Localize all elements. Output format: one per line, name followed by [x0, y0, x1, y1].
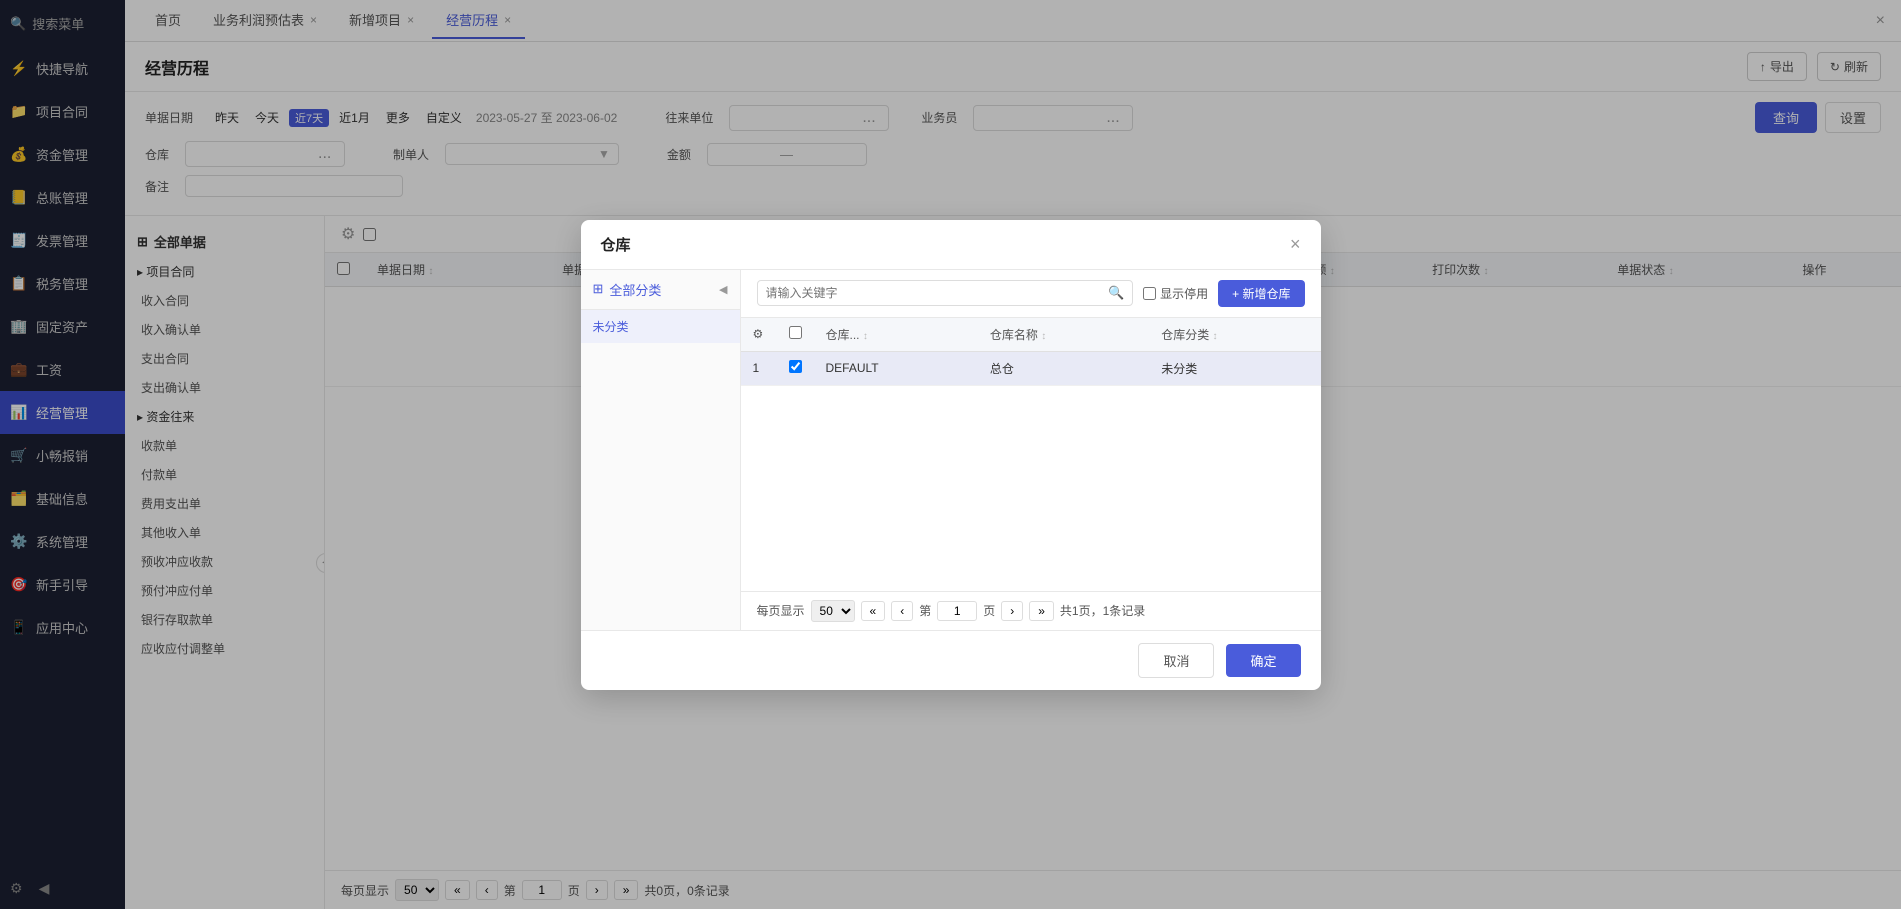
modal-col-category[interactable]: 仓库分类 ↕: [1149, 318, 1320, 352]
modal-col-checkbox: [777, 318, 814, 352]
modal-total: 共1页，1条记录: [1060, 602, 1145, 619]
row-1-check[interactable]: [789, 360, 802, 373]
modal-search-wrap: 🔍: [757, 280, 1134, 306]
modal-category-uncategorized[interactable]: 未分类: [581, 310, 740, 343]
modal-col-gear[interactable]: ⚙: [741, 318, 777, 352]
modal-overlay: 仓库 × ⊞ 全部分类 ◀ 未分类: [0, 0, 1901, 909]
modal-page-label-pre: 第: [919, 602, 931, 619]
modal-first-page[interactable]: «: [861, 601, 886, 621]
modal-search-icon: 🔍: [1108, 285, 1124, 301]
row-1-name: 总仓: [978, 351, 1149, 385]
show-disabled-checkbox[interactable]: [1143, 287, 1156, 300]
category-label: 未分类: [593, 320, 629, 334]
modal-table-wrap: ⚙ 仓库... ↕ 仓库名称 ↕ 仓库分类 ↕ 1 DEFA: [741, 318, 1321, 591]
row-1-code: DEFAULT: [814, 351, 978, 385]
row-1-seq: 1: [741, 351, 777, 385]
modal-prev-page[interactable]: ‹: [891, 601, 913, 621]
confirm-button[interactable]: 确定: [1226, 644, 1300, 677]
modal-next-page[interactable]: ›: [1001, 601, 1023, 621]
modal-right-panel: 🔍 显示停用 + 新增仓库 ⚙: [741, 270, 1321, 630]
modal-footer-actions: 取消 确定: [581, 630, 1321, 690]
table-row[interactable]: 1 DEFAULT 总仓 未分类: [741, 351, 1321, 385]
modal-table-head: ⚙ 仓库... ↕ 仓库名称 ↕ 仓库分类 ↕: [741, 318, 1321, 352]
show-disabled-wrap: 显示停用: [1143, 285, 1208, 302]
modal-body: ⊞ 全部分类 ◀ 未分类 🔍 显示停用: [581, 270, 1321, 630]
modal-title: 仓库: [601, 234, 631, 255]
modal-col-code[interactable]: 仓库... ↕: [814, 318, 978, 352]
modal-left-header: ⊞ 全部分类 ◀: [581, 270, 740, 310]
modal-close-btn[interactable]: ×: [1290, 234, 1301, 255]
modal-page-label: 页: [983, 602, 995, 619]
modal-head-checkbox[interactable]: [789, 326, 802, 339]
modal-page-input[interactable]: [937, 601, 977, 621]
modal-page-size-select[interactable]: 50: [811, 600, 855, 622]
row-1-checkbox[interactable]: [777, 351, 814, 385]
modal-col-name[interactable]: 仓库名称 ↕: [978, 318, 1149, 352]
modal-search-input[interactable]: [766, 286, 1108, 300]
modal-table-body: 1 DEFAULT 总仓 未分类: [741, 351, 1321, 385]
modal-header: 仓库 ×: [581, 220, 1321, 270]
modal-collapse-icon[interactable]: ◀: [719, 283, 727, 296]
cancel-button[interactable]: 取消: [1138, 643, 1214, 678]
modal-left-panel: ⊞ 全部分类 ◀ 未分类: [581, 270, 741, 630]
row-1-category: 未分类: [1149, 351, 1320, 385]
modal-last-page[interactable]: »: [1029, 601, 1054, 621]
modal-grid-icon: ⊞: [593, 281, 604, 297]
modal-page-size-label: 每页显示: [757, 602, 805, 619]
modal-toolbar: 🔍 显示停用 + 新增仓库: [741, 270, 1321, 318]
show-disabled-label: 显示停用: [1160, 285, 1208, 302]
add-warehouse-button[interactable]: + 新增仓库: [1218, 280, 1304, 307]
modal-table: ⚙ 仓库... ↕ 仓库名称 ↕ 仓库分类 ↕ 1 DEFA: [741, 318, 1321, 386]
warehouse-modal: 仓库 × ⊞ 全部分类 ◀ 未分类: [581, 220, 1321, 690]
modal-pagination: 每页显示 50 « ‹ 第 页 › » 共1页，1条记录: [741, 591, 1321, 630]
modal-all-categories-label: 全部分类: [609, 280, 661, 299]
